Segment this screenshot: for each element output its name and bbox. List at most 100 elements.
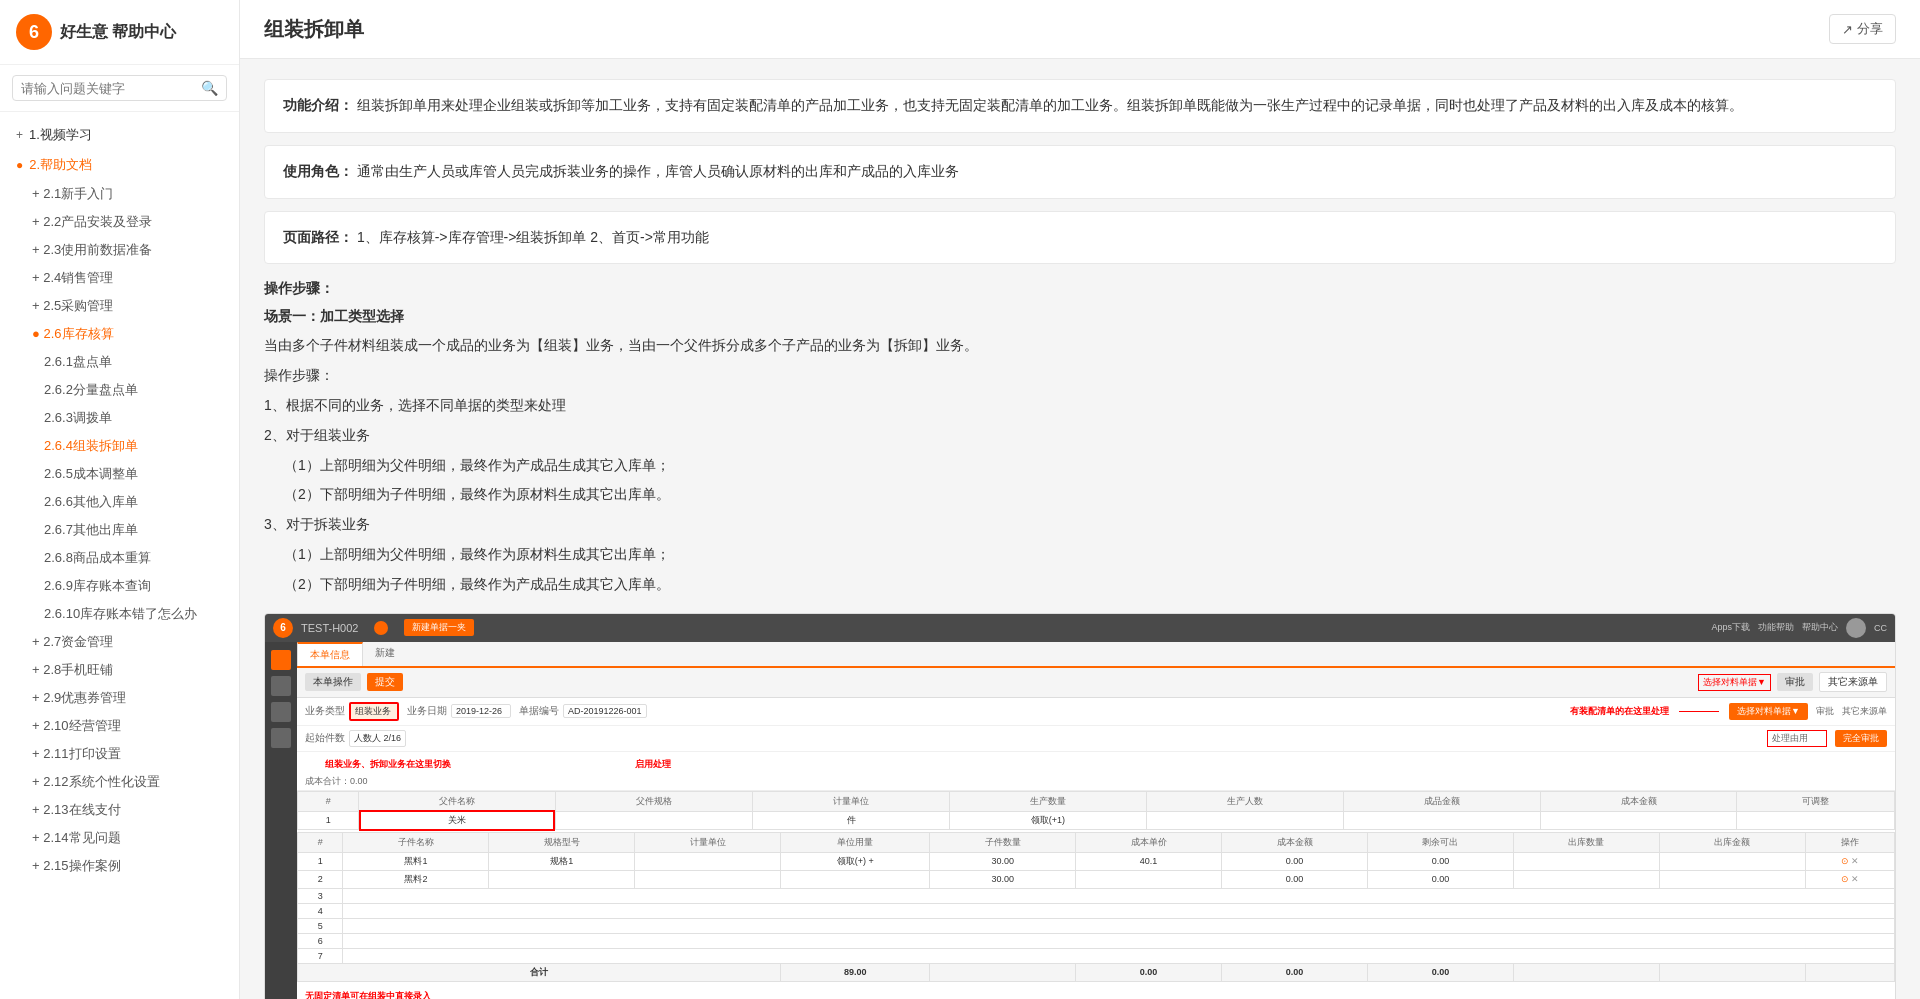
sidebar-item-2-6-9[interactable]: 2.6.9库存账本查询 [0, 572, 239, 600]
expand-icon-2-7: + [32, 634, 43, 649]
mock-btn-other[interactable]: 其它来源单 [1819, 672, 1887, 692]
table-row: 3 [298, 888, 1895, 903]
nav-list: + 1.视频学习 ● 2.帮助文档 + 2.1新手入门 + 2.2产品安装及登录 [0, 112, 239, 999]
ctd-4-index: 4 [298, 903, 343, 918]
mock-logo: 6 [273, 618, 293, 638]
sidebar-item-2-1[interactable]: + 2.1新手入门 [0, 180, 239, 208]
th-prod-amt2: 成本金额 [1540, 791, 1737, 811]
sidebar-label-1: 1.视频学习 [29, 126, 92, 144]
sidebar-item-2-3[interactable]: + 2.3使用前数据准备 [0, 236, 239, 264]
cth-spec: 规格型号 [489, 832, 635, 852]
expand-icon-2-4: + [32, 270, 43, 285]
annotation-text2: 组装业务、拆卸业务在这里切换 [325, 759, 451, 769]
sidebar-item-2-4[interactable]: + 2.4销售管理 [0, 264, 239, 292]
ctd-2-name: 黑料2 [343, 870, 489, 888]
mock-side-icon2 [271, 676, 291, 696]
table-row: 5 [298, 918, 1895, 933]
sidebar-item-2-6-4[interactable]: 2.6.4组装拆卸单 [0, 432, 239, 460]
sidebar-item-2-15[interactable]: + 2.15操作案例 [0, 852, 239, 880]
mock-btn-confirm[interactable]: 完全审批 [1835, 730, 1887, 747]
td-1-prod-person [1146, 811, 1343, 829]
td-1-index: 1 [298, 811, 359, 829]
ctd-2-price [1076, 870, 1222, 888]
sidebar-item-docs[interactable]: ● 2.帮助文档 [0, 150, 239, 180]
search-icon[interactable]: 🔍 [201, 80, 218, 96]
mock-refresh-icon [374, 621, 388, 635]
cth-out-amt: 出库金额 [1659, 832, 1805, 852]
expand-icon-2-14: + [32, 830, 43, 845]
mock-child-tbody: 1 黑料1 规格1 领取(+) + 30.00 40.1 0.00 0.00 [298, 852, 1895, 963]
cth-cost-amt: 成本金额 [1222, 832, 1368, 852]
ctd-2-cost: 0.00 [1222, 870, 1368, 888]
step-3: 3、对于拆装业务 [264, 513, 1896, 537]
search-input[interactable] [21, 81, 201, 96]
sidebar-item-2-13[interactable]: + 2.13在线支付 [0, 796, 239, 824]
mock-side-icon3 [271, 702, 291, 722]
sidebar-item-2-6-3[interactable]: 2.6.3调拨单 [0, 404, 239, 432]
mock-form-row2: 起始件数 人数人 2/16 处理由用 完全审批 [297, 726, 1895, 752]
mock-tab2[interactable]: 新建 [363, 642, 407, 666]
row-action-icon[interactable]: ⊙ [1841, 856, 1849, 866]
mock-btn-select-template[interactable]: 选择对料单据▼ [1729, 703, 1808, 720]
sidebar-item-2-5[interactable]: + 2.5采购管理 [0, 292, 239, 320]
path-block: 页面路径： 1、库存核算->库存管理->组装拆卸单 2、首页->常用功能 [264, 211, 1896, 265]
sidebar-item-2-9[interactable]: + 2.9优惠券管理 [0, 684, 239, 712]
sidebar-item-2-6-6[interactable]: 2.6.6其他入库单 [0, 488, 239, 516]
sidebar-item-2-11[interactable]: + 2.11打印设置 [0, 740, 239, 768]
sidebar-item-2-2[interactable]: + 2.2产品安装及登录 [0, 208, 239, 236]
mock-app: 6 TEST-H002 新建单据一夹 Apps下载 功能帮助 帮助中心 CC [265, 614, 1895, 999]
page-title: 组装拆卸单 [264, 16, 364, 43]
expand-icon-2: ● [16, 158, 23, 172]
sidebar-item-2-10[interactable]: + 2.10经营管理 [0, 712, 239, 740]
expand-icon-2-8: + [32, 662, 43, 677]
sidebar-item-2-6-8[interactable]: 2.6.8商品成本重算 [0, 544, 239, 572]
row-action-icon2[interactable]: ⊙ [1841, 874, 1849, 884]
td-1-prod-qty: 领取(+1) [949, 811, 1146, 829]
footer-col11 [1659, 963, 1805, 981]
biz-type-value[interactable]: 组装业务 [349, 702, 399, 721]
sidebar-item-2-6-5[interactable]: 2.6.5成本调整单 [0, 460, 239, 488]
ops-label: 操作步骤： [264, 280, 1896, 298]
sidebar-item-2-6-10[interactable]: 2.6.10库存账本错了怎么办 [0, 600, 239, 628]
sidebar-item-2-12[interactable]: + 2.12系统个性化设置 [0, 768, 239, 796]
mock-processor-field[interactable]: 处理由用 [1767, 730, 1827, 747]
app-title: 好生意 帮助中心 [60, 22, 176, 43]
mock-side-icon1 [271, 650, 291, 670]
cth-out-qty: 出库数量 [1513, 832, 1659, 852]
mock-sidebar [265, 642, 297, 999]
mock-btn-save[interactable]: 本单操作 [305, 673, 361, 691]
td-1-prod-amt2 [1540, 811, 1737, 829]
sidebar-item-video[interactable]: + 1.视频学习 [0, 120, 239, 150]
biz-type-label: 业务类型 [305, 704, 345, 718]
step-3-1: （1）上部明细为父件明细，最终作为原材料生成其它出库单； [284, 543, 1896, 567]
share-button[interactable]: ↗ 分享 [1829, 14, 1896, 44]
ctd-1-op[interactable]: ⊙ ✕ [1805, 852, 1894, 870]
mock-btn-submit[interactable]: 提交 [367, 673, 403, 691]
mock-total-label: 成本合计：0.00 [297, 773, 1895, 791]
search-box[interactable]: 🔍 [12, 75, 227, 101]
sidebar-item-2-8[interactable]: + 2.8手机旺铺 [0, 656, 239, 684]
sidebar-item-2-6-7[interactable]: 2.6.7其他出库单 [0, 516, 239, 544]
app-logo: 6 [16, 14, 52, 50]
qty-value: 人数人 2/16 [349, 730, 406, 747]
sidebar-item-2-7[interactable]: + 2.7资金管理 [0, 628, 239, 656]
td-1-prod-amt1 [1343, 811, 1540, 829]
sidebar-item-2-6[interactable]: ● 2.6库存核算 [0, 320, 239, 348]
sidebar-item-2-6-1[interactable]: 2.6.1盘点单 [0, 348, 239, 376]
row-delete-icon2[interactable]: ✕ [1851, 874, 1859, 884]
ctd-2-op[interactable]: ⊙ ✕ [1805, 870, 1894, 888]
ctd-1-price: 40.1 [1076, 852, 1222, 870]
func-intro-text: 组装拆卸单用来处理企业组装或拆卸等加工业务，支持有固定装配清单的产品加工业务，也… [357, 97, 1743, 113]
expand-icon-2-6: ● [32, 326, 43, 341]
td-1-unit: 件 [753, 811, 950, 829]
mock-btn-approve[interactable]: 审批 [1777, 673, 1813, 691]
footer-label: 合计 [298, 963, 781, 981]
row-delete-icon[interactable]: ✕ [1851, 856, 1859, 866]
ctd-1-outqty [1513, 852, 1659, 870]
ctd-3-index: 3 [298, 888, 343, 903]
sidebar-item-2-14[interactable]: + 2.14常见问题 [0, 824, 239, 852]
mock-tab1[interactable]: 本单信息 [297, 642, 363, 666]
sidebar-item-2-6-2[interactable]: 2.6.2分量盘点单 [0, 376, 239, 404]
ctd-1-name: 黑料1 [343, 852, 489, 870]
mock-new-btn[interactable]: 新建单据一夹 [404, 619, 474, 636]
